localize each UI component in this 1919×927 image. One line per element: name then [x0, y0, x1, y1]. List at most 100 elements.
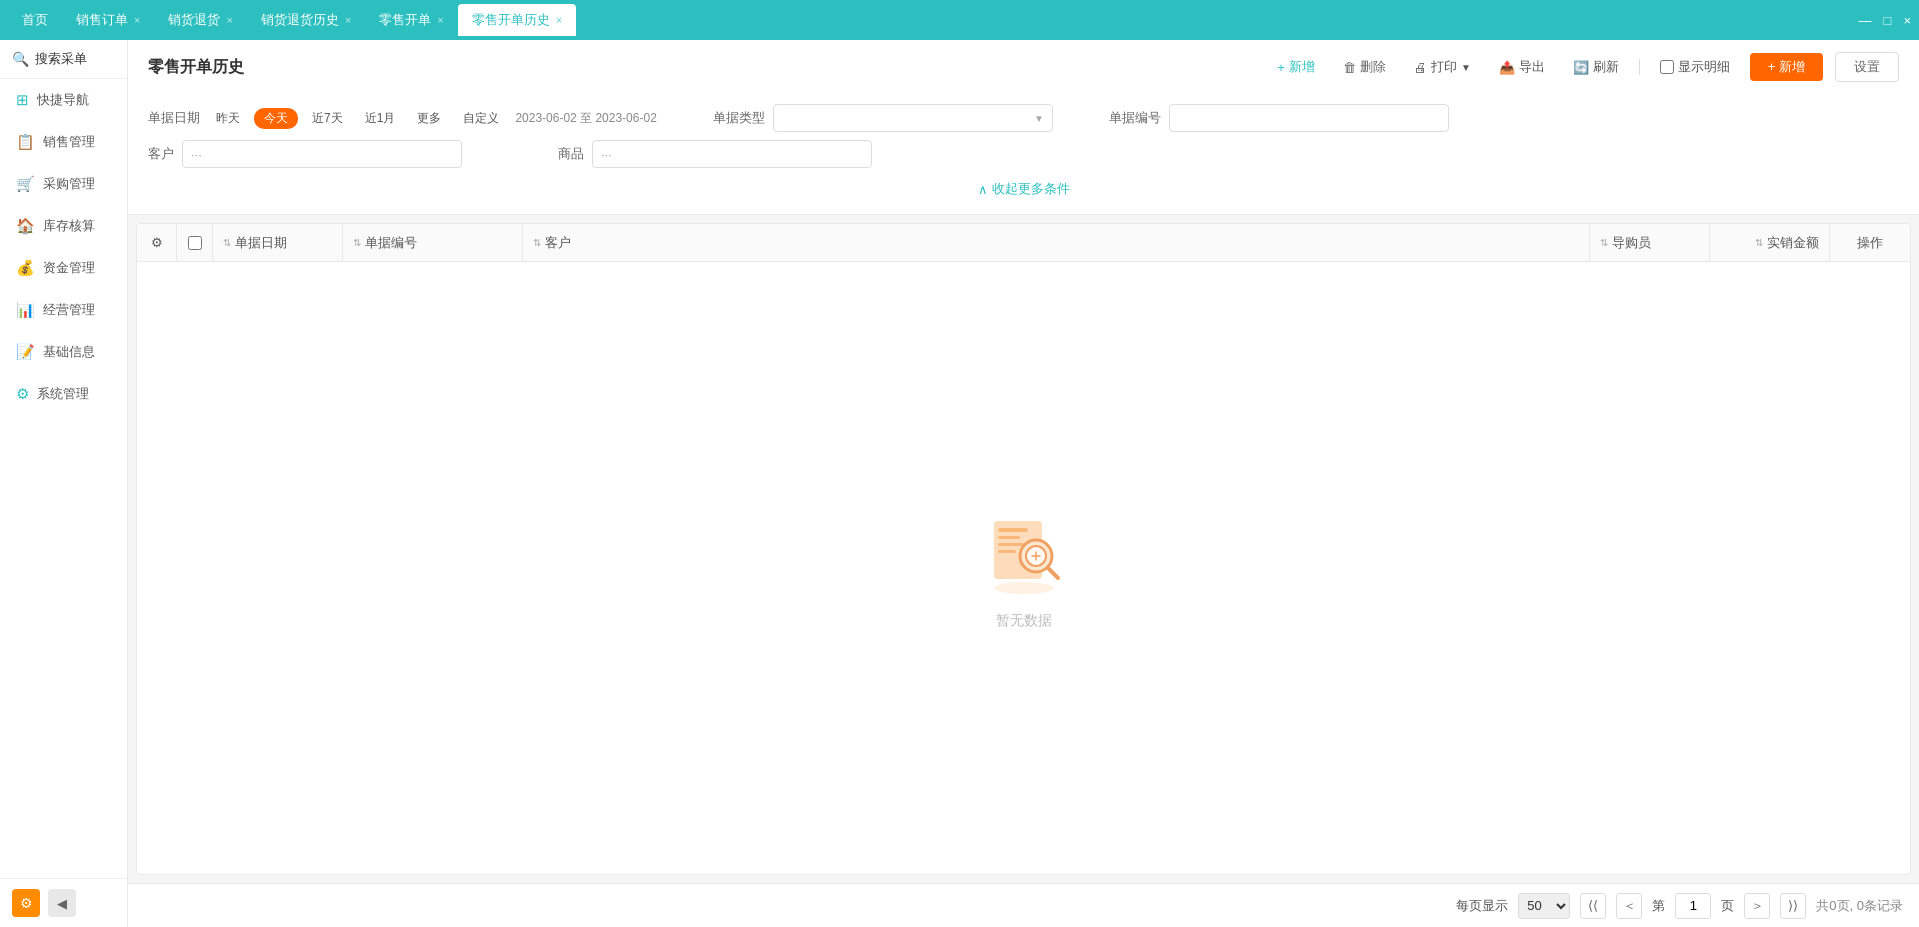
sidebar-item-basic-info-label: 基础信息	[43, 343, 95, 361]
first-page-btn[interactable]: ⟨⟨	[1580, 893, 1606, 919]
th-guide[interactable]: ⇅ 导购员	[1590, 224, 1710, 261]
query-button[interactable]: + 新增	[1750, 53, 1823, 81]
total-info: 共0页, 0条记录	[1816, 897, 1903, 915]
select-all-checkbox[interactable]	[188, 236, 202, 250]
toolbar: + 新增 🗑 删除 🖨 打印 ▼ 📤 导出	[1269, 52, 1899, 82]
th-customer[interactable]: ⇅ 客户	[523, 224, 1590, 261]
tab-sales-return-history-label: 销货退货历史	[261, 11, 339, 29]
sidebar-search[interactable]: 🔍 搜索采单	[0, 40, 127, 79]
order-type-select[interactable]: ▼	[773, 104, 1053, 132]
today-btn[interactable]: 今天	[254, 108, 298, 129]
refresh-label: 刷新	[1593, 58, 1619, 76]
customer-filter-item: 客户 ···	[148, 140, 462, 168]
filter-row-2: 客户 ··· 商品 ···	[148, 140, 1899, 168]
print-icon: 🖨	[1414, 60, 1427, 75]
prev-page-btn[interactable]: ＜	[1616, 893, 1642, 919]
tab-sales-return[interactable]: 销货退货 ×	[154, 4, 246, 36]
settings-gear-icon: ⚙	[20, 895, 33, 911]
th-amount[interactable]: ⇅ 实销金额	[1710, 224, 1830, 261]
customer-placeholder: ···	[191, 147, 202, 162]
th-customer-label: 客户	[545, 234, 571, 252]
date-filters: 昨天 今天 近7天 近1月 更多 自定义	[208, 108, 507, 129]
sidebar-item-purchase-mgmt[interactable]: 🛒 采购管理	[0, 163, 127, 205]
collapse-filter-btn[interactable]: ∧ 收起更多条件	[148, 176, 1899, 206]
sidebar-bottom: ⚙ ◀	[0, 878, 127, 927]
sort-date-icon: ⇅	[223, 237, 231, 248]
goods-label: 商品	[558, 145, 584, 163]
sort-amount-icon: ⇅	[1755, 237, 1763, 248]
th-checkbox[interactable]	[177, 224, 213, 261]
print-dropdown-icon: ▼	[1461, 62, 1471, 73]
customer-input[interactable]: ···	[182, 140, 462, 168]
delete-icon: 🗑	[1343, 60, 1356, 75]
th-settings[interactable]: ⚙	[137, 224, 177, 261]
restore-btn[interactable]: □	[1884, 13, 1892, 28]
delete-button[interactable]: 🗑 删除	[1335, 54, 1394, 80]
display-detail-button[interactable]: 显示明细	[1652, 54, 1738, 80]
svg-line-8	[1048, 568, 1058, 578]
sidebar-item-finance[interactable]: 💰 资金管理	[0, 247, 127, 289]
settings-button[interactable]: ⚙	[12, 889, 40, 917]
sidebar-item-basic-info[interactable]: 📝 基础信息	[0, 331, 127, 373]
tab-home-label: 首页	[22, 11, 48, 29]
custom-btn[interactable]: 自定义	[455, 108, 507, 129]
search-icon: 🔍	[12, 51, 29, 67]
more-btn[interactable]: 更多	[409, 108, 449, 129]
tab-retail-open-history[interactable]: 零售开单历史 ×	[458, 4, 576, 36]
basic-info-icon: 📝	[16, 343, 35, 361]
tab-sales-order-close[interactable]: ×	[134, 14, 140, 26]
add-button[interactable]: + 新增	[1269, 54, 1323, 80]
svg-point-0	[994, 582, 1054, 594]
sidebar-item-inventory[interactable]: 🏠 库存核算	[0, 205, 127, 247]
per-page-select[interactable]: 50 100 200	[1518, 893, 1570, 919]
sales-mgmt-icon: 📋	[16, 133, 35, 151]
sidebar-item-sys-mgmt[interactable]: ⚙ 系统管理	[0, 373, 127, 415]
query-settings-group: + 新增	[1750, 53, 1823, 81]
table-settings-icon[interactable]: ⚙	[151, 235, 163, 250]
tab-sales-return-history-close[interactable]: ×	[345, 14, 351, 26]
pagination-bar: 每页显示 50 100 200 ⟨⟨ ＜ 第 页 ＞ ⟩⟩ 共0页, 0条记录	[128, 883, 1919, 927]
display-detail-checkbox[interactable]	[1660, 60, 1674, 74]
minimize-btn[interactable]: —	[1859, 13, 1872, 28]
sidebar: 🔍 搜索采单 ⊞ 快捷导航 📋 销售管理 🛒 采购管理 🏠 库存核算 💰	[0, 40, 128, 927]
export-button[interactable]: 📤 导出	[1491, 54, 1553, 80]
sidebar-item-operations-label: 经营管理	[43, 301, 95, 319]
last-page-btn[interactable]: ⟩⟩	[1780, 893, 1806, 919]
empty-text: 暂无数据	[996, 612, 1052, 630]
last7-btn[interactable]: 近7天	[304, 108, 351, 129]
th-action: 操作	[1830, 224, 1910, 261]
tab-sales-return-history[interactable]: 销货退货历史 ×	[247, 4, 365, 36]
th-order-no[interactable]: ⇅ 单据编号	[343, 224, 523, 261]
page-header: 零售开单历史 + 新增 🗑 删除 🖨 打印 ▼	[128, 40, 1919, 215]
sidebar-item-sales-mgmt-label: 销售管理	[43, 133, 95, 151]
th-date[interactable]: ⇅ 单据日期	[213, 224, 343, 261]
refresh-button[interactable]: 🔄 刷新	[1565, 54, 1627, 80]
sidebar-item-operations[interactable]: 📊 经营管理	[0, 289, 127, 331]
tab-sales-return-close[interactable]: ×	[226, 14, 232, 26]
print-button[interactable]: 🖨 打印 ▼	[1406, 54, 1479, 80]
order-type-dropdown-icon: ▼	[1034, 113, 1044, 124]
tab-home[interactable]: 首页	[8, 4, 62, 36]
date-filter-label: 单据日期	[148, 109, 200, 127]
close-btn[interactable]: ×	[1903, 13, 1911, 28]
tab-sales-order[interactable]: 销售订单 ×	[62, 4, 154, 36]
last-month-btn[interactable]: 近1月	[357, 108, 404, 129]
svg-rect-3	[998, 536, 1020, 539]
collapse-filter-label: 收起更多条件	[992, 180, 1070, 198]
settings-btn[interactable]: 设置	[1835, 52, 1899, 82]
th-date-label: 单据日期	[235, 234, 287, 252]
sort-guide-icon: ⇅	[1600, 237, 1608, 248]
sidebar-item-quick-nav[interactable]: ⊞ 快捷导航	[0, 79, 127, 121]
page-number-input[interactable]	[1675, 893, 1711, 919]
yesterday-btn[interactable]: 昨天	[208, 108, 248, 129]
sidebar-collapse-button[interactable]: ◀	[48, 889, 76, 917]
tab-retail-open[interactable]: 零售开单 ×	[365, 4, 457, 36]
add-icon: +	[1277, 60, 1285, 75]
next-page-btn[interactable]: ＞	[1744, 893, 1770, 919]
tab-retail-open-history-close[interactable]: ×	[556, 14, 562, 26]
order-no-input[interactable]	[1169, 104, 1449, 132]
order-no-filter-item: 单据编号	[1109, 104, 1449, 132]
goods-input[interactable]: ···	[592, 140, 872, 168]
tab-retail-open-close[interactable]: ×	[437, 14, 443, 26]
sidebar-item-sales-mgmt[interactable]: 📋 销售管理	[0, 121, 127, 163]
